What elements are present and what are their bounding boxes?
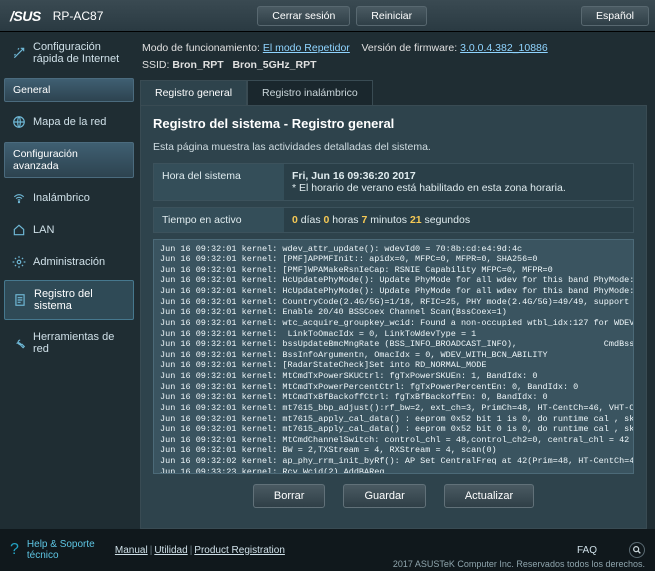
sidebar-label: Mapa de la red xyxy=(33,116,106,128)
sidebar-label: Administración xyxy=(33,256,105,268)
tab-general-log[interactable]: Registro general xyxy=(140,80,247,105)
sidebar: Configuración rápida de Internet General… xyxy=(0,32,138,529)
fw-label: Versión de firmware: xyxy=(361,42,457,54)
fw-link[interactable]: 3.0.0.4.382_10886 xyxy=(460,42,548,54)
save-button[interactable]: Guardar xyxy=(343,484,425,508)
time-note: * El horario de verano está habilitado e… xyxy=(292,182,566,194)
search-button[interactable] xyxy=(629,542,645,558)
sidebar-label: Configuración rápida de Internet xyxy=(33,41,126,65)
refresh-button[interactable]: Actualizar xyxy=(444,484,534,508)
utility-link[interactable]: Utilidad xyxy=(154,545,187,556)
sidebar-network-map[interactable]: Mapa de la red xyxy=(4,108,134,136)
ssid-label: SSID: xyxy=(142,59,169,71)
uptime-value: 0 días 0 horas 7 minutos 21 segundos xyxy=(284,208,633,232)
help-icon[interactable]: ? xyxy=(10,541,19,559)
panel-desc: Esta página muestra las actividades deta… xyxy=(153,141,634,153)
sidebar-wireless[interactable]: Inalámbrico xyxy=(4,184,134,212)
mode-link[interactable]: El modo Repetidor xyxy=(263,42,350,54)
logout-button[interactable]: Cerrar sesión xyxy=(257,6,350,26)
house-icon xyxy=(12,223,26,237)
language-dropdown[interactable]: Español xyxy=(581,6,649,26)
log-textarea[interactable]: Jun 16 09:32:01 kernel: wdev_attr_update… xyxy=(153,239,634,474)
sidebar-label: Herramientas de red xyxy=(33,331,126,355)
help-label: Help & Soporte técnico xyxy=(27,539,107,561)
sidebar-label: LAN xyxy=(33,224,54,236)
ssid-1: Bron_RPT xyxy=(172,59,223,71)
panel-title: Registro del sistema - Registro general xyxy=(153,116,634,131)
ssid-2: Bron_5GHz_RPT xyxy=(232,59,316,71)
copyright: 2017 ASUSTeK Computer Inc. Reservados to… xyxy=(393,559,645,569)
reboot-button[interactable]: Reiniciar xyxy=(356,6,427,26)
uptime-label: Tiempo en activo xyxy=(154,208,284,232)
time-label: Hora del sistema xyxy=(154,164,284,200)
product-reg-link[interactable]: Product Registration xyxy=(194,545,285,556)
sidebar-system-log[interactable]: Registro del sistema xyxy=(4,280,134,320)
row-system-time: Hora del sistema Fri, Jun 16 09:36:20 20… xyxy=(153,163,634,201)
faq-link[interactable]: FAQ xyxy=(577,545,597,556)
sidebar-label: Inalámbrico xyxy=(33,192,90,204)
time-text: Fri, Jun 16 09:36:20 2017 xyxy=(292,170,416,182)
sidebar-header-advanced: Configuración avanzada xyxy=(4,142,134,178)
manual-link[interactable]: Manual xyxy=(115,545,148,556)
model-label: RP-AC87 xyxy=(53,9,104,23)
sidebar-quick-setup[interactable]: Configuración rápida de Internet xyxy=(4,34,134,72)
topbar: /SUS RP-AC87 Cerrar sesión Reiniciar Esp… xyxy=(0,0,655,32)
main-area: Modo de funcionamiento: El modo Repetido… xyxy=(138,32,655,529)
wrench-icon xyxy=(12,336,26,350)
mode-label: Modo de funcionamiento: xyxy=(142,42,260,54)
document-icon xyxy=(13,293,27,307)
sidebar-label: Registro del sistema xyxy=(34,288,125,312)
wifi-icon xyxy=(12,191,26,205)
search-icon xyxy=(632,545,642,555)
tab-wireless-log[interactable]: Registro inalámbrico xyxy=(247,80,373,105)
sidebar-header-general: General xyxy=(4,78,134,102)
sidebar-lan[interactable]: LAN xyxy=(4,216,134,244)
globe-icon xyxy=(12,115,26,129)
row-uptime: Tiempo en activo 0 días 0 horas 7 minuto… xyxy=(153,207,634,233)
brand-logo: /SUS xyxy=(6,8,45,24)
bottom-links: Manual|Utilidad|Product Registration xyxy=(115,545,285,556)
wand-icon xyxy=(12,46,26,60)
panel-footer: Borrar Guardar Actualizar xyxy=(153,474,634,518)
clear-button[interactable]: Borrar xyxy=(253,484,326,508)
time-value: Fri, Jun 16 09:36:20 2017 * El horario d… xyxy=(284,164,633,200)
sidebar-admin[interactable]: Administración xyxy=(4,248,134,276)
gear-icon xyxy=(12,255,26,269)
header-meta: Modo de funcionamiento: El modo Repetido… xyxy=(140,36,647,80)
panel: Registro del sistema - Registro general … xyxy=(140,105,647,529)
bottom-bar: ? Help & Soporte técnico Manual|Utilidad… xyxy=(0,529,655,571)
tab-bar: Registro general Registro inalámbrico xyxy=(140,80,647,105)
sidebar-net-tools[interactable]: Herramientas de red xyxy=(4,324,134,362)
